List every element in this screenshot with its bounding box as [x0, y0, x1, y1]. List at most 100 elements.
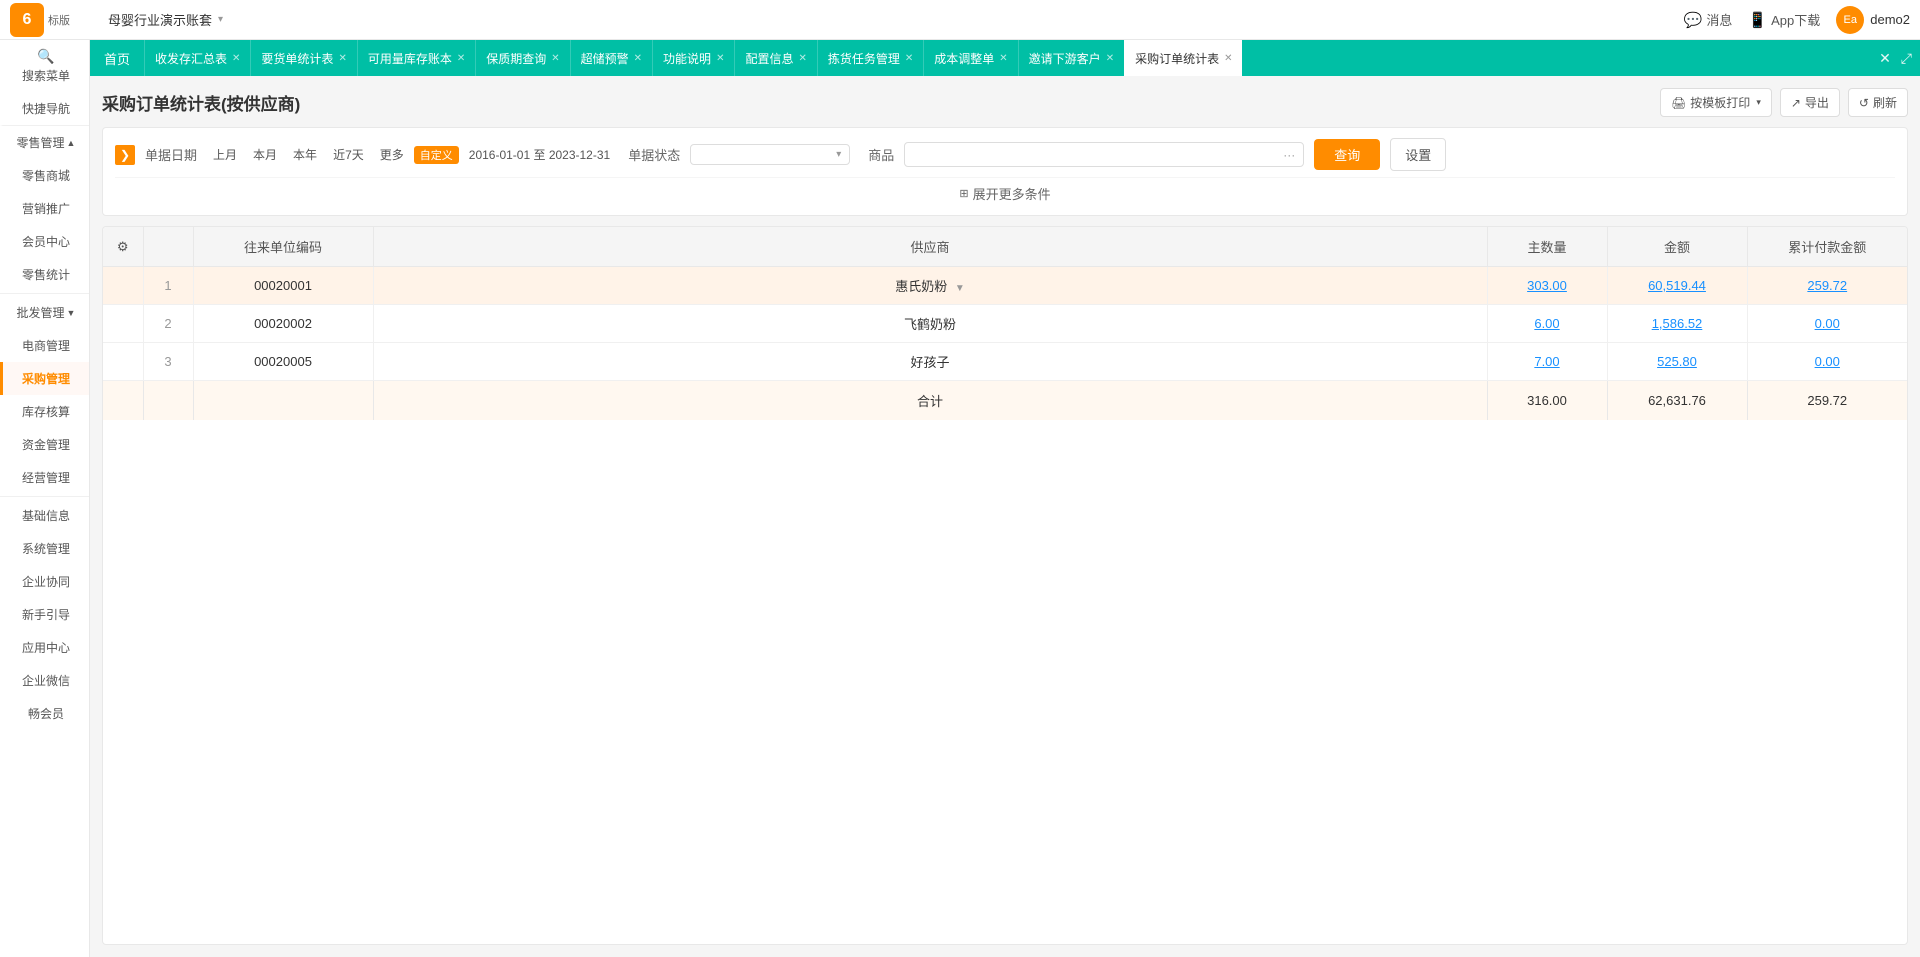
table-footer: 合计 316.00 62,631.76 259.72: [103, 381, 1907, 421]
row1-main-qty[interactable]: 303.00: [1487, 267, 1607, 305]
table-container: ⚙ 往来单位编码 供应商 主数量: [102, 226, 1908, 945]
row2-amount[interactable]: 1,586.52: [1607, 305, 1747, 343]
tab-usable-inventory[interactable]: 可用量库存账本 ✕: [357, 40, 475, 76]
tab-pick-task[interactable]: 拣货任务管理 ✕: [817, 40, 923, 76]
tab-close-pick-task[interactable]: ✕: [905, 53, 913, 64]
row2-cum-paid[interactable]: 0.00: [1747, 305, 1907, 343]
app-download-btn[interactable]: 📱 App下载: [1748, 10, 1820, 29]
footer-code-cell: [193, 381, 373, 421]
print-arrow-icon: ▾: [1756, 97, 1761, 108]
row3-main-qty[interactable]: 7.00: [1487, 343, 1607, 381]
export-button[interactable]: ↗ 导出: [1780, 88, 1840, 117]
workspace-selector[interactable]: 母婴行业演示账套 ▾: [100, 6, 231, 33]
sidebar-item-ecommerce[interactable]: 电商管理: [0, 329, 89, 362]
quick-nav[interactable]: 快捷导航: [0, 92, 89, 126]
collapse-button[interactable]: ❯: [115, 145, 135, 165]
row1-amount[interactable]: 60,519.44: [1607, 267, 1747, 305]
tab-cost-adjust[interactable]: 成本调整单 ✕: [923, 40, 1017, 76]
sidebar-item-enterprise[interactable]: 企业协同: [0, 565, 89, 598]
tab-func-desc[interactable]: 功能说明 ✕: [652, 40, 734, 76]
goods-input-container[interactable]: ···: [904, 142, 1304, 167]
tab-close-order-stats[interactable]: ✕: [338, 53, 346, 64]
sidebar-item-capital[interactable]: 资金管理: [0, 428, 89, 461]
row1-cum-paid[interactable]: 259.72: [1747, 267, 1907, 305]
tab-close-usable-inventory[interactable]: ✕: [457, 53, 465, 64]
sidebar-item-basic[interactable]: 基础信息: [0, 499, 89, 532]
tab-receive-send[interactable]: 收发存汇总表 ✕: [144, 40, 250, 76]
sidebar-item-member[interactable]: 会员中心: [0, 225, 89, 258]
export-icon: ↗: [1791, 96, 1801, 110]
refresh-button[interactable]: ↺ 刷新: [1848, 88, 1908, 117]
row2-num: 2: [143, 305, 193, 343]
print-icon: 🖨: [1671, 96, 1686, 110]
date-btn-this-month[interactable]: 本月: [247, 144, 283, 165]
sidebar-item-wholesale[interactable]: 批发管理 ▼: [0, 296, 89, 329]
sidebar-item-purchase[interactable]: 采购管理: [0, 362, 89, 395]
tab-close-func-desc[interactable]: ✕: [716, 53, 724, 64]
tab-home[interactable]: 首页: [90, 40, 144, 76]
page-content: 采购订单统计表(按供应商) 🖨 按模板打印 ▾ ↗ 导出 ↺ 刷新: [90, 76, 1920, 957]
sidebar-item-wechat[interactable]: 企业微信: [0, 664, 89, 697]
sidebar-item-marketing[interactable]: 营销推广: [0, 192, 89, 225]
tab-shelf-life[interactable]: 保质期查询 ✕: [475, 40, 569, 76]
table-settings-icon[interactable]: ⚙: [117, 239, 129, 254]
message-btn[interactable]: 💬 消息: [1684, 10, 1733, 29]
sidebar: 🔍 搜索菜单 快捷导航 零售管理 ▲ 零售商城 营销推广 会员中心 零售统计 批…: [0, 40, 90, 957]
row3-cum-paid[interactable]: 0.00: [1747, 343, 1907, 381]
tab-close-shelf-life[interactable]: ✕: [551, 53, 559, 64]
expand-icon: ⊞: [959, 187, 968, 200]
row1-expand-icon[interactable]: ▼: [955, 283, 965, 294]
refresh-icon: ↺: [1859, 96, 1869, 110]
topbar-right: 💬 消息 📱 App下载 Ea demo2: [1684, 6, 1910, 34]
row2-main-qty[interactable]: 6.00: [1487, 305, 1607, 343]
sidebar-item-retail-mall[interactable]: 零售商城: [0, 159, 89, 192]
date-btn-last-month[interactable]: 上月: [207, 144, 243, 165]
sidebar-item-vip[interactable]: 畅会员: [0, 697, 89, 730]
tab-close-overstock-warning[interactable]: ✕: [634, 53, 642, 64]
sidebar-item-newuser[interactable]: 新手引导: [0, 598, 89, 631]
user-area[interactable]: Ea demo2: [1836, 6, 1910, 34]
goods-input[interactable]: [913, 147, 1283, 162]
custom-tag[interactable]: 自定义: [414, 146, 459, 164]
footer-main-qty: 316.00: [1487, 381, 1607, 421]
status-select-arrow-icon: ▾: [836, 149, 841, 160]
tab-order-stats[interactable]: 要货单统计表 ✕: [250, 40, 356, 76]
tab-config-info[interactable]: 配置信息 ✕: [734, 40, 816, 76]
tab-purchase-order-stats[interactable]: 采购订单统计表 ✕: [1124, 40, 1242, 76]
expand-window-icon[interactable]: ⤢: [1901, 50, 1912, 67]
tab-close-cost-adjust[interactable]: ✕: [999, 53, 1007, 64]
status-select[interactable]: ▾: [690, 144, 850, 165]
row2-supplier: 飞鹤奶粉: [373, 305, 1487, 343]
sidebar-item-appcenter[interactable]: 应用中心: [0, 631, 89, 664]
table-row[interactable]: 2 00020002 飞鹤奶粉 6.00 1,586.52 0.00: [103, 305, 1907, 343]
logo-area: 6 标版: [10, 3, 90, 37]
sidebar-item-inventory[interactable]: 库存核算: [0, 395, 89, 428]
date-btn-7days[interactable]: 近7天: [327, 144, 370, 165]
tab-close-invite-downstream[interactable]: ✕: [1106, 53, 1114, 64]
close-window-icon[interactable]: ✕: [1879, 50, 1891, 67]
row3-supplier: 好孩子: [373, 343, 1487, 381]
query-button[interactable]: 查询: [1314, 139, 1380, 170]
tab-overstock-warning[interactable]: 超储预警 ✕: [570, 40, 652, 76]
tab-close-purchase-order-stats[interactable]: ✕: [1224, 53, 1232, 64]
row3-settings-cell: [103, 343, 143, 381]
table-row[interactable]: 3 00020005 好孩子 7.00 525.80 0.00: [103, 343, 1907, 381]
row3-amount[interactable]: 525.80: [1607, 343, 1747, 381]
print-button[interactable]: 🖨 按模板打印 ▾: [1660, 88, 1772, 117]
table-row[interactable]: 1 00020001 惠氏奶粉 ▼ 303.00 60,519.44 259.7…: [103, 267, 1907, 305]
tab-close-receive-send[interactable]: ✕: [232, 53, 240, 64]
date-btn-this-year[interactable]: 本年: [287, 144, 323, 165]
col-settings[interactable]: ⚙: [103, 227, 143, 267]
sidebar-item-retail-stats[interactable]: 零售统计: [0, 258, 89, 291]
date-btn-more[interactable]: 更多: [374, 144, 410, 165]
expand-more-btn[interactable]: ⊞ 展开更多条件: [947, 182, 1062, 205]
sidebar-item-system[interactable]: 系统管理: [0, 532, 89, 565]
sidebar-item-ops[interactable]: 经营管理: [0, 461, 89, 494]
footer-num-cell: [143, 381, 193, 421]
search-menu[interactable]: 🔍 搜索菜单: [0, 40, 89, 92]
sidebar-item-retail[interactable]: 零售管理 ▲: [0, 126, 89, 159]
tab-invite-downstream[interactable]: 邀请下游客户 ✕: [1018, 40, 1124, 76]
setting-button[interactable]: 设置: [1390, 138, 1446, 171]
message-icon: 💬: [1684, 11, 1703, 29]
tab-close-config-info[interactable]: ✕: [798, 53, 806, 64]
